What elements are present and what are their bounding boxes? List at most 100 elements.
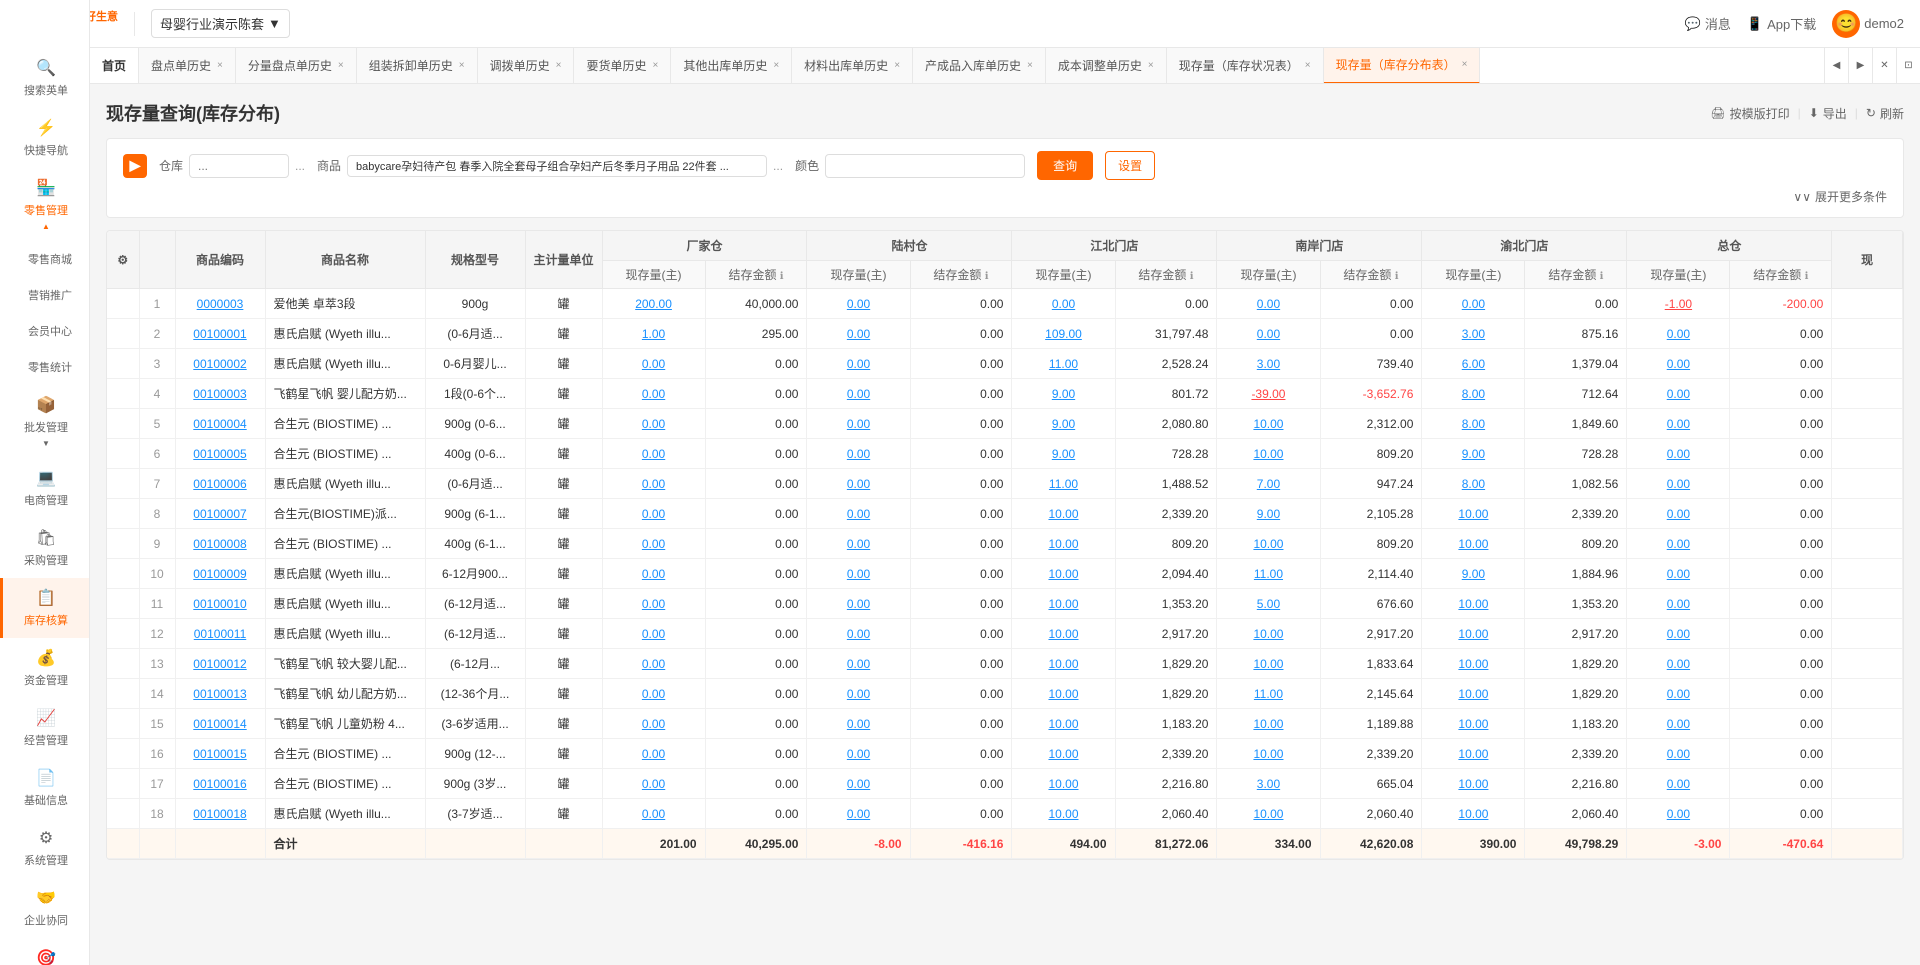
row-yubei-stock[interactable]: 10.00 bbox=[1422, 529, 1525, 559]
nav-expand-arrow[interactable]: ⊡ bbox=[1896, 48, 1920, 84]
row-yubei-stock[interactable]: 10.00 bbox=[1422, 739, 1525, 769]
sidebar-item-retailshop[interactable]: 零售商城 bbox=[0, 241, 89, 277]
row-jiangbei-stock[interactable]: 11.00 bbox=[1012, 469, 1115, 499]
row-nanan-stock[interactable]: 11.00 bbox=[1217, 559, 1320, 589]
row-zongcang-stock[interactable]: 0.00 bbox=[1627, 679, 1730, 709]
store-selector[interactable]: 母婴行业演示陈套 ▼ bbox=[151, 9, 290, 38]
row-yubei-stock[interactable]: 10.00 bbox=[1422, 799, 1525, 829]
row-yubei-stock[interactable]: 6.00 bbox=[1422, 349, 1525, 379]
close-icon[interactable]: × bbox=[1305, 60, 1311, 71]
row-changjia-stock[interactable]: 0.00 bbox=[602, 799, 705, 829]
row-nanan-stock[interactable]: -39.00 bbox=[1217, 379, 1320, 409]
row-lucun-stock[interactable]: 0.00 bbox=[807, 769, 910, 799]
sidebar-item-basic[interactable]: 📄 基础信息 bbox=[0, 758, 89, 818]
message-btn[interactable]: 💬 消息 bbox=[1685, 14, 1731, 33]
close-icon[interactable]: × bbox=[1148, 60, 1154, 71]
row-changjia-stock[interactable]: 0.00 bbox=[602, 499, 705, 529]
row-jiangbei-stock[interactable]: 11.00 bbox=[1012, 349, 1115, 379]
row-nanan-stock[interactable]: 10.00 bbox=[1217, 649, 1320, 679]
row-changjia-stock[interactable]: 1.00 bbox=[602, 319, 705, 349]
row-nanan-stock[interactable]: 0.00 bbox=[1217, 289, 1320, 319]
row-nanan-stock[interactable]: 7.00 bbox=[1217, 469, 1320, 499]
export-btn[interactable]: ⬇ 导出 bbox=[1809, 105, 1847, 122]
tab-material-out[interactable]: 材料出库单历史 × bbox=[792, 48, 913, 84]
print-btn[interactable]: 🖨 按模版打印 bbox=[1710, 105, 1789, 122]
row-nanan-stock[interactable]: 10.00 bbox=[1217, 409, 1320, 439]
row-lucun-stock[interactable]: 0.00 bbox=[807, 799, 910, 829]
row-code[interactable]: 00100008 bbox=[175, 529, 265, 559]
row-lucun-stock[interactable]: 0.00 bbox=[807, 589, 910, 619]
row-jiangbei-stock[interactable]: 10.00 bbox=[1012, 739, 1115, 769]
nav-prev-arrow[interactable]: ◀ bbox=[1824, 48, 1848, 84]
row-jiangbei-stock[interactable]: 9.00 bbox=[1012, 409, 1115, 439]
row-lucun-stock[interactable]: 0.00 bbox=[807, 319, 910, 349]
row-lucun-stock[interactable]: 0.00 bbox=[807, 649, 910, 679]
row-nanan-stock[interactable]: 11.00 bbox=[1217, 679, 1320, 709]
row-changjia-stock[interactable]: 0.00 bbox=[602, 409, 705, 439]
row-changjia-stock[interactable]: 0.00 bbox=[602, 769, 705, 799]
row-nanan-stock[interactable]: 3.00 bbox=[1217, 349, 1320, 379]
close-icon[interactable]: × bbox=[217, 60, 223, 71]
setting-btn[interactable]: 设置 bbox=[1105, 151, 1155, 180]
tab-stock-dist[interactable]: 现存量（库存分布表） × bbox=[1324, 48, 1481, 84]
nav-close-arrow[interactable]: ✕ bbox=[1872, 48, 1896, 84]
row-code[interactable]: 00100006 bbox=[175, 469, 265, 499]
nav-next-arrow[interactable]: ▶ bbox=[1848, 48, 1872, 84]
color-input[interactable] bbox=[825, 154, 1025, 178]
sidebar-item-ecommerce[interactable]: 💻 电商管理 bbox=[0, 458, 89, 518]
col-setting-icon[interactable]: ⚙ bbox=[117, 253, 128, 267]
row-code[interactable]: 00100010 bbox=[175, 589, 265, 619]
row-changjia-stock[interactable]: 0.00 bbox=[602, 559, 705, 589]
search-btn[interactable]: 查询 bbox=[1037, 151, 1093, 180]
sidebar-item-retail[interactable]: 🏪 零售管理 ▲ bbox=[0, 168, 89, 241]
row-yubei-stock[interactable]: 8.00 bbox=[1422, 379, 1525, 409]
row-zongcang-stock[interactable]: 0.00 bbox=[1627, 529, 1730, 559]
row-lucun-stock[interactable]: 0.00 bbox=[807, 709, 910, 739]
row-nanan-stock[interactable]: 10.00 bbox=[1217, 529, 1320, 559]
row-jiangbei-stock[interactable]: 10.00 bbox=[1012, 589, 1115, 619]
row-lucun-stock[interactable]: 0.00 bbox=[807, 559, 910, 589]
row-changjia-stock[interactable]: 0.00 bbox=[602, 709, 705, 739]
row-changjia-stock[interactable]: 0.00 bbox=[602, 589, 705, 619]
close-icon[interactable]: × bbox=[773, 60, 779, 71]
row-jiangbei-stock[interactable]: 10.00 bbox=[1012, 499, 1115, 529]
close-icon[interactable]: × bbox=[1027, 60, 1033, 71]
row-code[interactable]: 00100015 bbox=[175, 739, 265, 769]
row-code[interactable]: 00100004 bbox=[175, 409, 265, 439]
row-changjia-stock[interactable]: 0.00 bbox=[602, 739, 705, 769]
row-nanan-stock[interactable]: 10.00 bbox=[1217, 799, 1320, 829]
row-jiangbei-stock[interactable]: 10.00 bbox=[1012, 559, 1115, 589]
row-jiangbei-stock[interactable]: 10.00 bbox=[1012, 799, 1115, 829]
row-zongcang-stock[interactable]: 0.00 bbox=[1627, 649, 1730, 679]
tab-product-in[interactable]: 产成品入库单历史 × bbox=[913, 48, 1046, 84]
sidebar-item-ops[interactable]: 📈 经营管理 bbox=[0, 698, 89, 758]
row-jiangbei-stock[interactable]: 10.00 bbox=[1012, 649, 1115, 679]
row-zongcang-stock[interactable]: 0.00 bbox=[1627, 769, 1730, 799]
row-zongcang-stock[interactable]: 0.00 bbox=[1627, 499, 1730, 529]
row-code[interactable]: 0000003 bbox=[175, 289, 265, 319]
tab-inventory-count[interactable]: 盘点单历史 × bbox=[139, 48, 236, 84]
tab-cost-adjust[interactable]: 成本调整单历史 × bbox=[1046, 48, 1167, 84]
row-jiangbei-stock[interactable]: 0.00 bbox=[1012, 289, 1115, 319]
row-yubei-stock[interactable]: 8.00 bbox=[1422, 409, 1525, 439]
row-zongcang-stock[interactable]: 0.00 bbox=[1627, 409, 1730, 439]
close-icon[interactable]: × bbox=[459, 60, 465, 71]
sidebar-item-finance[interactable]: 💰 资金管理 bbox=[0, 638, 89, 698]
row-jiangbei-stock[interactable]: 10.00 bbox=[1012, 709, 1115, 739]
sidebar-item-search[interactable]: 🔍 搜索英单 bbox=[0, 48, 89, 108]
row-zongcang-stock[interactable]: 0.00 bbox=[1627, 619, 1730, 649]
row-jiangbei-stock[interactable]: 109.00 bbox=[1012, 319, 1115, 349]
row-zongcang-stock[interactable]: 0.00 bbox=[1627, 589, 1730, 619]
row-changjia-stock[interactable]: 0.00 bbox=[602, 349, 705, 379]
row-zongcang-stock[interactable]: 0.00 bbox=[1627, 439, 1730, 469]
row-jiangbei-stock[interactable]: 10.00 bbox=[1012, 529, 1115, 559]
row-jiangbei-stock[interactable]: 9.00 bbox=[1012, 379, 1115, 409]
row-yubei-stock[interactable]: 8.00 bbox=[1422, 469, 1525, 499]
sidebar-item-wholesale[interactable]: 📦 批发管理 ▼ bbox=[0, 385, 89, 458]
row-code[interactable]: 00100018 bbox=[175, 799, 265, 829]
row-lucun-stock[interactable]: 0.00 bbox=[807, 289, 910, 319]
row-code[interactable]: 00100003 bbox=[175, 379, 265, 409]
row-changjia-stock[interactable]: 0.00 bbox=[602, 469, 705, 499]
row-yubei-stock[interactable]: 0.00 bbox=[1422, 289, 1525, 319]
row-nanan-stock[interactable]: 10.00 bbox=[1217, 439, 1320, 469]
